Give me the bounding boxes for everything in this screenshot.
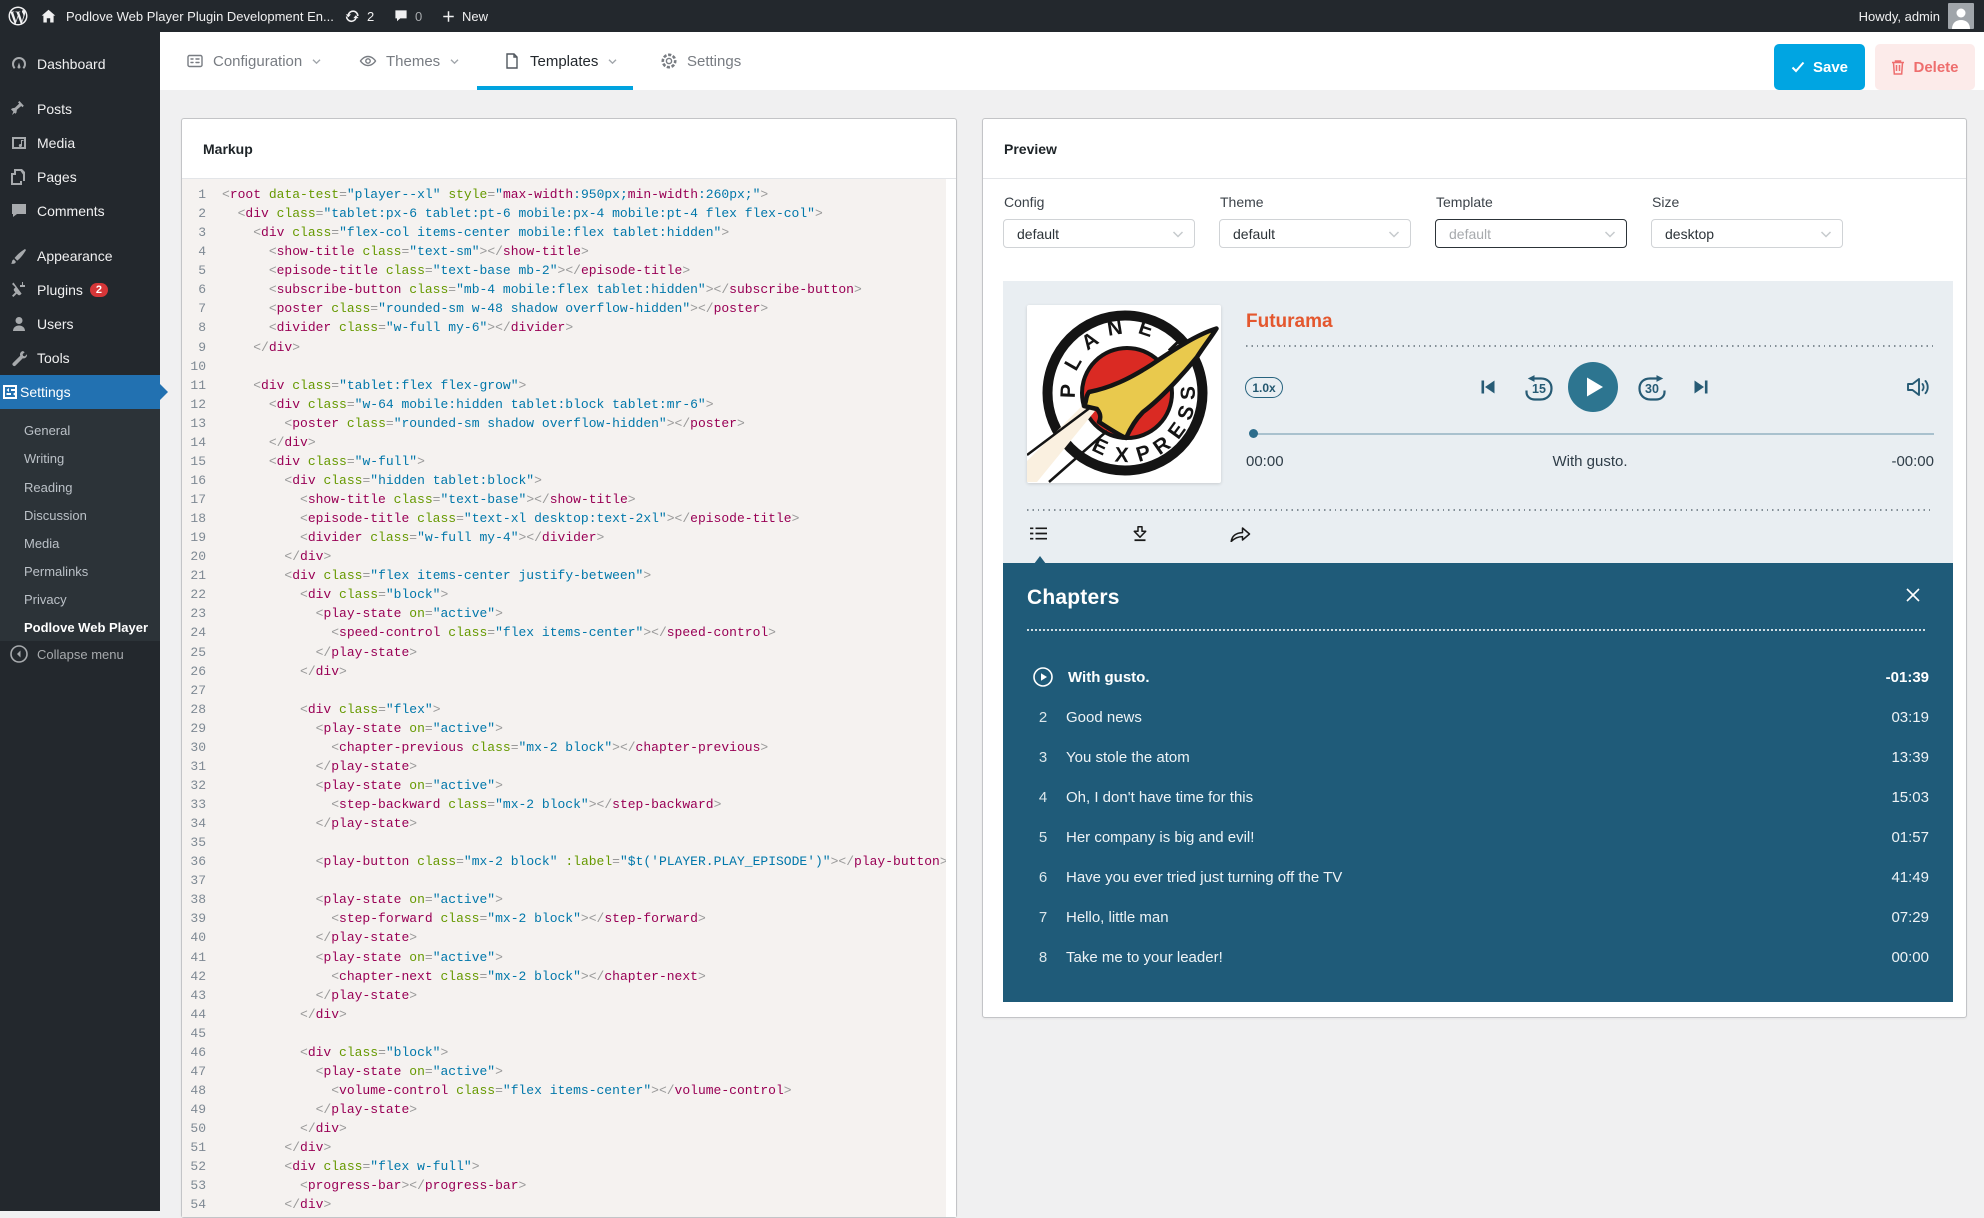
svg-text:S: S: [1177, 386, 1200, 400]
svg-text:30: 30: [1645, 382, 1659, 396]
svg-text:X: X: [1114, 444, 1129, 468]
svg-text:15: 15: [1532, 382, 1546, 396]
svg-text:P: P: [1057, 384, 1080, 399]
